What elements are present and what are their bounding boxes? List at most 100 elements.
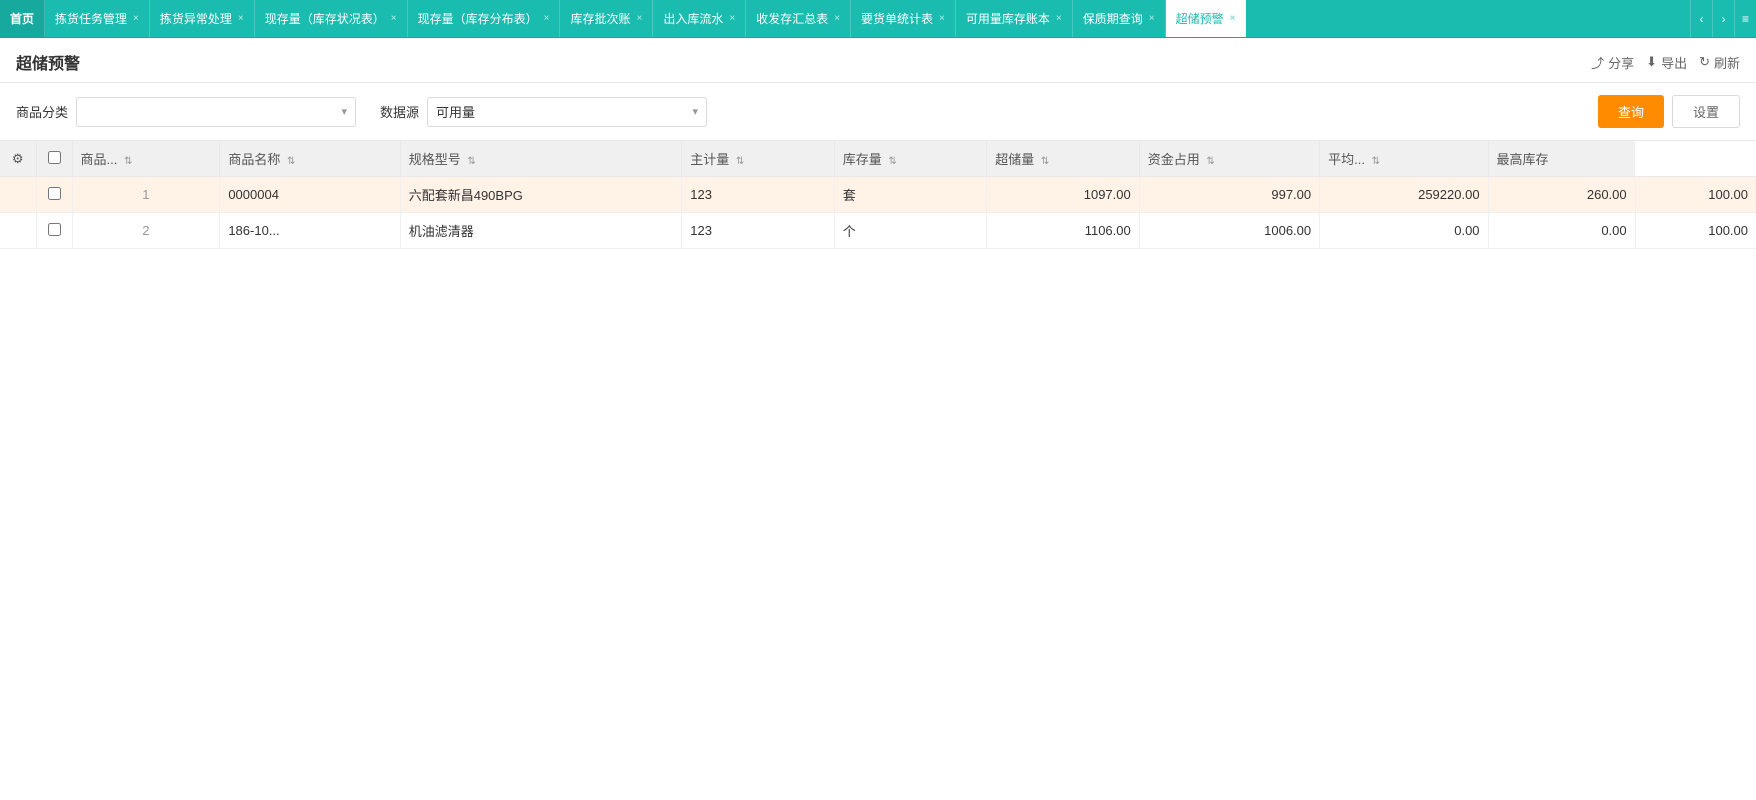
export-label: 导出 [1661, 53, 1687, 72]
row-avg-0: 260.00 [1488, 177, 1635, 213]
nav-tab-stock-status[interactable]: 现存量（库存状况表） × [255, 0, 408, 38]
stock-status-label: 现存量（库存状况表） [265, 10, 385, 27]
datasource-filter-group: 数据源 可用量 ▾ [380, 97, 707, 127]
sort-icon-avg[interactable]: ⇅ [1372, 156, 1380, 167]
row-capital-1: 0.00 [1320, 213, 1488, 249]
page-header: 超储预警 ⤴ 分享 ⬇ 导出 ↻ 刷新 [0, 38, 1756, 83]
shelf-life-label: 保质期查询 [1083, 10, 1143, 27]
nav-tab-batch-account[interactable]: 库存批次账 × [560, 0, 653, 38]
category-filter-group: 商品分类 ▾ [16, 97, 356, 127]
datasource-select-value: 可用量 [436, 102, 692, 121]
export-button[interactable]: ⬇ 导出 [1646, 53, 1687, 72]
category-label: 商品分类 [16, 102, 68, 121]
share-button[interactable]: ⤴ 分享 [1591, 53, 1634, 72]
query-button[interactable]: 查询 [1598, 95, 1664, 128]
nav-arrow-more[interactable]: ≡ [1734, 0, 1756, 38]
filter-btn-group: 查询 设置 [1598, 95, 1740, 128]
data-table: ⚙ 商品... ⇅ 商品名称 ⇅ 规格型号 ⇅ [0, 140, 1756, 249]
sort-icon-overstock[interactable]: ⇅ [1041, 156, 1049, 167]
row-max-stock-0: 100.00 [1635, 177, 1756, 213]
overstock-alert-label: 超储预警 [1176, 10, 1224, 27]
row-spec-1: 123 [682, 213, 834, 249]
th-product-code: 商品... ⇅ [72, 141, 220, 177]
row-max-stock-1: 100.00 [1635, 213, 1756, 249]
th-stock: 库存量 ⇅ [834, 141, 986, 177]
row-select-checkbox-0[interactable] [48, 187, 61, 200]
row-unit-0: 套 [834, 177, 986, 213]
th-checkbox [36, 141, 72, 177]
nav-tab-in-out-flow[interactable]: 出入库流水 × [653, 0, 746, 38]
page-title: 超储预警 [16, 50, 80, 74]
gear-icon[interactable]: ⚙ [12, 151, 24, 166]
close-icon-order-stats[interactable]: × [939, 13, 945, 24]
nav-tab-abnormal[interactable]: 拣货异常处理 × [150, 0, 255, 38]
share-label: 分享 [1608, 53, 1634, 72]
row-select-checkbox-1[interactable] [48, 223, 61, 236]
th-overstock: 超储量 ⇅ [987, 141, 1139, 177]
table-header-row: ⚙ 商品... ⇅ 商品名称 ⇅ 规格型号 ⇅ [0, 141, 1756, 177]
th-overstock-label: 超储量 [995, 152, 1034, 167]
nav-tab-stock-dist[interactable]: 现存量（库存分布表） × [408, 0, 561, 38]
th-max-stock-label: 最高库存 [1497, 152, 1549, 167]
close-icon-in-out-flow[interactable]: × [729, 13, 735, 24]
nav-arrow-left[interactable]: ‹ [1690, 0, 1712, 38]
row-stock-1: 1106.00 [987, 213, 1139, 249]
sort-icon-spec[interactable]: ⇅ [467, 156, 475, 167]
row-unit-1: 个 [834, 213, 986, 249]
th-product-name: 商品名称 ⇅ [220, 141, 400, 177]
close-icon-recv-send[interactable]: × [834, 13, 840, 24]
batch-account-label: 库存批次账 [570, 10, 630, 27]
nav-tab-overstock-alert[interactable]: 超储预警 × [1166, 0, 1247, 38]
refresh-button[interactable]: ↻ 刷新 [1699, 53, 1740, 72]
close-icon-stock-dist[interactable]: × [544, 13, 550, 24]
th-spec: 规格型号 ⇅ [400, 141, 682, 177]
order-stats-label: 要货单统计表 [861, 10, 933, 27]
datasource-chevron-icon: ▾ [693, 105, 699, 118]
nav-tab-order-stats[interactable]: 要货单统计表 × [851, 0, 956, 38]
nav-tab-recv-send[interactable]: 收发存汇总表 × [746, 0, 851, 38]
home-label: 首页 [10, 10, 34, 27]
nav-arrows: ‹ › ≡ [1690, 0, 1756, 38]
th-capital-label: 资金占用 [1148, 152, 1200, 167]
th-product-code-label: 商品... [81, 152, 118, 167]
row-product-code-1: 186-10... [220, 213, 400, 249]
close-icon-task-mgmt[interactable]: × [133, 13, 139, 24]
close-icon-batch-account[interactable]: × [636, 13, 642, 24]
row-gear-1 [0, 213, 36, 249]
filter-area: 商品分类 ▾ 数据源 可用量 ▾ 查询 设置 [0, 83, 1756, 140]
close-icon-available-stock[interactable]: × [1056, 13, 1062, 24]
abnormal-label: 拣货异常处理 [160, 10, 232, 27]
export-icon: ⬇ [1646, 54, 1657, 70]
category-select[interactable]: ▾ [76, 97, 356, 127]
nav-arrow-right[interactable]: › [1712, 0, 1734, 38]
datasource-select[interactable]: 可用量 ▾ [427, 97, 707, 127]
sort-icon-product-code[interactable]: ⇅ [124, 156, 132, 167]
sort-icon-unit[interactable]: ⇅ [736, 156, 744, 167]
close-icon-shelf-life[interactable]: × [1149, 13, 1155, 24]
table-container: ⚙ 商品... ⇅ 商品名称 ⇅ 规格型号 ⇅ [0, 140, 1756, 249]
table-row: 2 186-10... 机油滤清器 123 个 1106.00 1006.00 … [0, 213, 1756, 249]
settings-button[interactable]: 设置 [1672, 95, 1740, 128]
nav-tab-available-stock[interactable]: 可用量库存账本 × [956, 0, 1073, 38]
sort-icon-stock[interactable]: ⇅ [888, 156, 896, 167]
row-num-0: 1 [72, 177, 220, 213]
th-stock-label: 库存量 [843, 152, 882, 167]
row-avg-1: 0.00 [1488, 213, 1635, 249]
nav-tab-task-mgmt[interactable]: 拣货任务管理 × [45, 0, 150, 38]
category-chevron-icon: ▾ [341, 105, 347, 118]
row-stock-0: 1097.00 [987, 177, 1139, 213]
sort-icon-product-name[interactable]: ⇅ [287, 156, 295, 167]
page-container: 超储预警 ⤴ 分享 ⬇ 导出 ↻ 刷新 商品分类 ▾ 数据源 [0, 38, 1756, 800]
sort-icon-capital[interactable]: ⇅ [1206, 156, 1214, 167]
nav-tab-shelf-life[interactable]: 保质期查询 × [1073, 0, 1166, 38]
refresh-icon: ↻ [1699, 54, 1710, 70]
close-icon-abnormal[interactable]: × [238, 13, 244, 24]
th-capital: 资金占用 ⇅ [1139, 141, 1319, 177]
row-product-code-0: 0000004 [220, 177, 400, 213]
close-icon-overstock-alert[interactable]: × [1230, 13, 1236, 24]
row-product-name-0: 六配套新昌490BPG [400, 177, 682, 213]
nav-tab-home[interactable]: 首页 [0, 0, 45, 38]
select-all-checkbox[interactable] [48, 151, 61, 164]
share-icon: ⤴ [1591, 53, 1604, 72]
close-icon-stock-status[interactable]: × [391, 13, 397, 24]
